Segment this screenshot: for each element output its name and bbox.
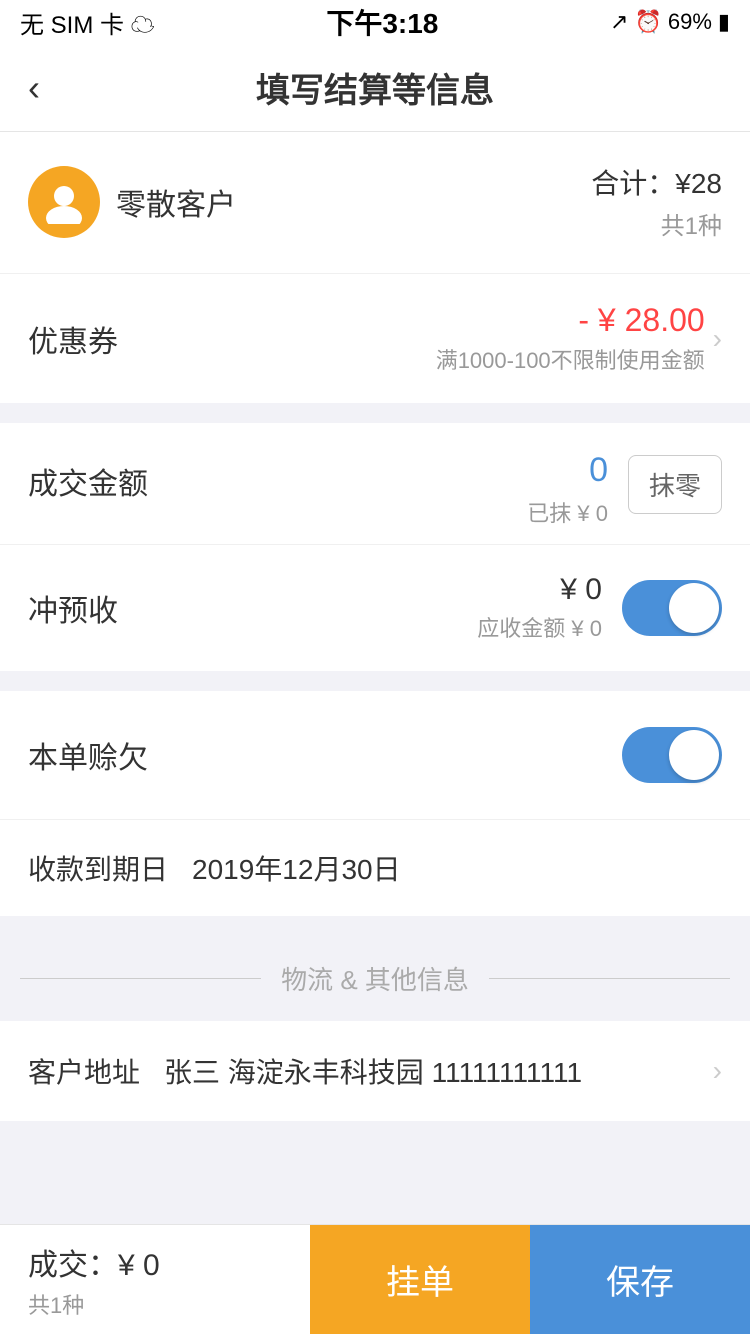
deal-amount-value[interactable]: 0 — [527, 451, 608, 490]
credit-card: 本单赊欠 收款到期日 2019年12月30日 — [0, 691, 750, 916]
hold-order-button[interactable]: 挂单 — [310, 1225, 530, 1334]
bottom-deal-row: 成交：¥ 0 — [28, 1240, 282, 1284]
alarm-icon: ⏰ — [634, 9, 661, 35]
hold-order-label: 挂单 — [386, 1255, 454, 1304]
save-label: 保存 — [606, 1255, 674, 1304]
logistics-divider-left — [20, 978, 261, 979]
prereceive-amount-box: ¥ 0 应收金额 ¥ 0 — [477, 573, 602, 643]
address-label: 客户地址 — [28, 1051, 140, 1091]
deal-amount-label: 成交金额 — [28, 451, 148, 503]
customer-avatar — [28, 166, 100, 238]
deal-amount-box: 0 已抹 ¥ 0 — [527, 451, 608, 528]
prereceive-receivable: 应收金额 ¥ 0 — [477, 611, 602, 643]
logistics-divider-right — [489, 978, 730, 979]
battery-label: 69% — [668, 9, 712, 35]
address-chevron-icon: › — [713, 1055, 722, 1087]
customer-left: 零散客户 — [28, 166, 236, 238]
save-button[interactable]: 保存 — [530, 1225, 750, 1334]
customer-total: 合计：¥28 — [591, 162, 722, 202]
duedate-value: 2019年12月30日 — [192, 848, 401, 888]
address-row[interactable]: 客户地址 张三 海淀永丰科技园 11111111111 › — [0, 1021, 750, 1121]
status-bar: 无 SIM 卡 ☁ 下午3:18 ↗ ⏰ 69% ▮ — [0, 0, 750, 44]
credit-label: 本单赊欠 — [28, 733, 148, 777]
wipe-zero-button[interactable]: 抹零 — [628, 455, 722, 514]
back-button[interactable]: ‹ — [28, 67, 40, 109]
prereceive-toggle[interactable] — [622, 580, 722, 636]
page-title: 填写结算等信息 — [256, 63, 494, 112]
address-card: 客户地址 张三 海淀永丰科技园 11111111111 › — [0, 1021, 750, 1121]
credit-row: 本单赊欠 — [0, 691, 750, 819]
sim-label: 无 SIM 卡 ☁ — [20, 5, 155, 40]
coupon-row[interactable]: 优惠券 - ¥ 28.00 满1000-100不限制使用金额 › — [0, 273, 750, 403]
customer-right: 合计：¥28 共1种 — [591, 162, 722, 241]
prereceive-label: 冲预收 — [28, 586, 118, 630]
coupon-desc: 满1000-100不限制使用金额 — [436, 343, 705, 375]
bottom-count: 共1种 — [28, 1288, 282, 1320]
customer-card: 零散客户 合计：¥28 共1种 优惠券 - ¥ 28.00 满1000-100不… — [0, 132, 750, 403]
logistics-label: 物流 & 其他信息 — [281, 960, 469, 997]
status-left: 无 SIM 卡 ☁ — [20, 5, 155, 40]
coupon-right: - ¥ 28.00 满1000-100不限制使用金额 › — [436, 302, 722, 375]
coupon-amount: - ¥ 28.00 — [436, 302, 705, 339]
customer-row[interactable]: 零散客户 合计：¥28 共1种 — [0, 132, 750, 271]
duedate-label: 收款到期日 — [28, 848, 168, 888]
bottom-info: 成交：¥ 0 共1种 — [0, 1240, 310, 1320]
prereceive-amount: ¥ 0 — [477, 573, 602, 607]
nav-bar: ‹ 填写结算等信息 — [0, 44, 750, 132]
bottom-bar: 成交：¥ 0 共1种 挂单 保存 — [0, 1224, 750, 1334]
customer-count: 共1种 — [591, 206, 722, 241]
status-right: ↗ ⏰ 69% ▮ — [610, 9, 730, 35]
credit-toggle[interactable] — [622, 727, 722, 783]
battery-icon: ▮ — [718, 9, 730, 35]
logistics-section: 物流 & 其他信息 — [0, 936, 750, 1021]
deal-amount-card: 成交金额 0 已抹 ¥ 0 抹零 冲预收 ¥ 0 应收金额 ¥ 0 — [0, 423, 750, 671]
toggle-knob — [669, 583, 719, 633]
credit-toggle-knob — [669, 730, 719, 780]
location-icon: ↗ — [610, 9, 628, 35]
address-value: 张三 海淀永丰科技园 11111111111 — [164, 1051, 713, 1091]
status-time: 下午3:18 — [326, 2, 438, 42]
coupon-label: 优惠券 — [28, 317, 118, 361]
prereceive-row: 冲预收 ¥ 0 应收金额 ¥ 0 — [0, 545, 750, 671]
deal-amount-row: 成交金额 0 已抹 ¥ 0 抹零 — [0, 423, 750, 545]
bottom-deal-amount: ¥ 0 — [118, 1249, 160, 1282]
duedate-row: 收款到期日 2019年12月30日 — [0, 819, 750, 916]
prereceive-right: ¥ 0 应收金额 ¥ 0 — [477, 573, 722, 643]
deal-amount-right: 0 已抹 ¥ 0 抹零 — [527, 451, 722, 528]
deal-wiped-label: 已抹 ¥ 0 — [527, 496, 608, 528]
bottom-deal-label: 成交： — [28, 1249, 118, 1282]
chevron-right-icon: › — [713, 323, 722, 355]
customer-name: 零散客户 — [116, 180, 236, 224]
content-area: 零散客户 合计：¥28 共1种 优惠券 - ¥ 28.00 满1000-100不… — [0, 132, 750, 1261]
